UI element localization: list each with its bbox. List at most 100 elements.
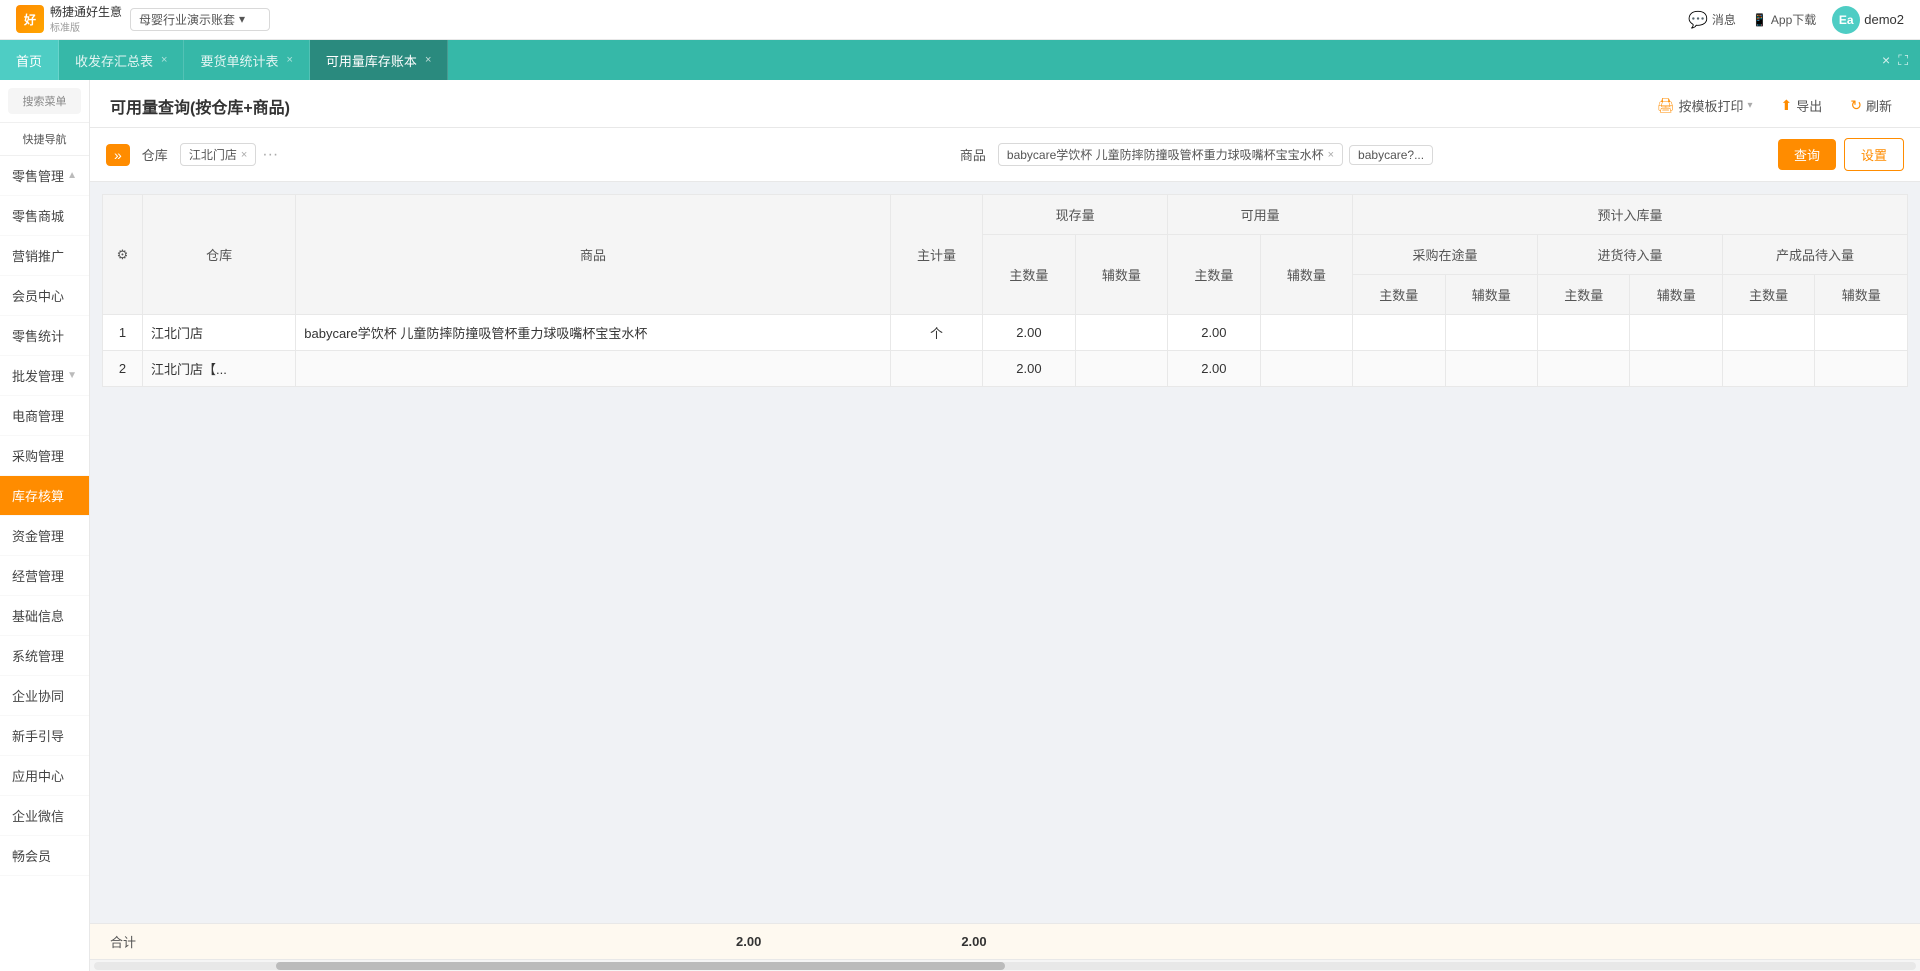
sidebar-item-vip[interactable]: 畅会员 xyxy=(0,836,89,876)
sidebar-item-system[interactable]: 系统管理 xyxy=(0,636,89,676)
th-avail-main: 主数量 xyxy=(1168,235,1260,315)
sidebar-item-operations[interactable]: 经营管理 xyxy=(0,556,89,596)
cell-purchase-main xyxy=(1353,315,1445,351)
scroll-track[interactable] xyxy=(94,962,1916,970)
th-product-group: 产成品待入量 xyxy=(1722,235,1907,275)
th-purchase-main: 主数量 xyxy=(1353,275,1445,315)
print-label: 按模板打印 xyxy=(1678,96,1743,115)
tab-available-stock-label: 可用量库存账本 xyxy=(326,51,417,70)
sidebar-item-label: 零售统计 xyxy=(12,326,64,345)
warehouse-tag[interactable]: 江北门店 × xyxy=(180,143,256,166)
main-layout: 搜索菜单 快捷导航 零售管理 ▲ 零售商城 营销推广 会员中心 零售统计 批发管… xyxy=(0,80,1920,971)
tab-stock-summary[interactable]: 收发存汇总表 × xyxy=(59,40,184,80)
sidebar-quick-nav[interactable]: 快捷导航 xyxy=(0,123,89,156)
product-tag-1[interactable]: babycare学饮杯 儿童防摔防撞吸管杯重力球吸嘴杯宝宝水杯 × xyxy=(998,143,1343,166)
sidebar-item-label: 应用中心 xyxy=(12,766,64,785)
message-action[interactable]: 💬 消息 xyxy=(1688,10,1736,30)
scroll-bar-area xyxy=(90,959,1920,971)
tab-stock-summary-close[interactable]: × xyxy=(161,54,167,66)
th-product: 商品 xyxy=(296,195,890,315)
tab-order-stats[interactable]: 要货单统计表 × xyxy=(184,40,309,80)
product-tag-1-close[interactable]: × xyxy=(1328,149,1334,161)
sidebar-item-label: 营销推广 xyxy=(12,246,64,265)
sidebar-item-wholesale[interactable]: 批发管理 ▼ xyxy=(0,356,89,396)
sidebar-item-purchase[interactable]: 采购管理 xyxy=(0,436,89,476)
cell-arrival-aux xyxy=(1630,315,1722,351)
query-button[interactable]: 查询 xyxy=(1778,139,1836,170)
product-tag-2[interactable]: babycare?... xyxy=(1349,145,1433,165)
chevron-icon: ▲ xyxy=(67,170,77,181)
search-menu-button[interactable]: 搜索菜单 xyxy=(8,88,81,114)
th-product-main: 主数量 xyxy=(1722,275,1814,315)
avatar: Ea xyxy=(1832,6,1860,34)
cell-product-main xyxy=(1722,351,1814,387)
cell-purchase-main xyxy=(1353,351,1445,387)
sidebar-item-enterprise[interactable]: 企业协同 xyxy=(0,676,89,716)
tab-home-label: 首页 xyxy=(16,51,42,70)
sidebar-item-basic-info[interactable]: 基础信息 xyxy=(0,596,89,636)
th-stock-group: 现存量 xyxy=(983,195,1168,235)
cell-index: 1 xyxy=(103,315,143,351)
cell-avail-aux xyxy=(1260,351,1352,387)
close-all-tabs-button[interactable]: × xyxy=(1882,52,1890,68)
table-row: 1 江北门店 babycare学饮杯 儿童防摔防撞吸管杯重力球吸嘴杯宝宝水杯 个… xyxy=(103,315,1908,351)
setting-button[interactable]: 设置 xyxy=(1844,138,1904,171)
print-icon: 🖨 xyxy=(1657,97,1675,114)
cell-stock-main: 2.00 xyxy=(983,351,1075,387)
cell-avail-main: 2.00 xyxy=(1168,351,1260,387)
sidebar-item-member-center[interactable]: 会员中心 xyxy=(0,276,89,316)
table-container: ⚙ 仓库 商品 主计量 现存量 可用量 预计入库量 主数量 辅数量 主数量 辅数… xyxy=(90,182,1920,923)
cell-unit xyxy=(890,351,982,387)
chevron-down-icon: ▾ xyxy=(1747,100,1752,111)
nav-tabs: 首页 收发存汇总表 × 要货单统计表 × 可用量库存账本 × × ⛶ xyxy=(0,40,1920,80)
page-header: 可用量查询(按仓库+商品) 🖨 按模板打印 ▾ ⬆ 导出 ↻ 刷新 xyxy=(90,80,1920,128)
th-product-aux: 辅数量 xyxy=(1815,275,1908,315)
user-area[interactable]: Ea demo2 xyxy=(1832,6,1904,34)
sidebar-item-label: 采购管理 xyxy=(12,446,64,465)
tab-available-stock[interactable]: 可用量库存账本 × xyxy=(310,40,448,80)
th-avail-aux: 辅数量 xyxy=(1260,235,1352,315)
cell-index: 2 xyxy=(103,351,143,387)
industry-select[interactable]: 母婴行业演示账套 ▾ xyxy=(130,8,270,31)
sidebar-item-retail-mall[interactable]: 零售商城 xyxy=(0,196,89,236)
tab-order-stats-close[interactable]: × xyxy=(286,54,292,66)
sidebar-item-finance[interactable]: 资金管理 xyxy=(0,516,89,556)
refresh-button[interactable]: ↻ 刷新 xyxy=(1842,92,1900,119)
sidebar-item-retail-stats[interactable]: 零售统计 xyxy=(0,316,89,356)
refresh-label: 刷新 xyxy=(1866,96,1892,115)
app-icon: 📱 xyxy=(1752,13,1767,27)
th-settings[interactable]: ⚙ xyxy=(103,195,143,315)
cell-purchase-aux xyxy=(1445,351,1537,387)
page-title: 可用量查询(按仓库+商品) xyxy=(110,94,290,118)
product-tags: babycare学饮杯 儿童防摔防撞吸管杯重力球吸嘴杯宝宝水杯 × babyca… xyxy=(998,143,1766,166)
warehouse-tag-close[interactable]: × xyxy=(241,149,247,161)
footer-label: 合计 xyxy=(110,932,136,951)
industry-select-label: 母婴行业演示账套 xyxy=(139,11,235,28)
data-table: ⚙ 仓库 商品 主计量 现存量 可用量 预计入库量 主数量 辅数量 主数量 辅数… xyxy=(102,194,1908,387)
sidebar-item-app-center[interactable]: 应用中心 xyxy=(0,756,89,796)
sidebar-item-newbie[interactable]: 新手引导 xyxy=(0,716,89,756)
sidebar-item-inventory[interactable]: 库存核算 xyxy=(0,476,89,516)
maximize-button[interactable]: ⛶ xyxy=(1898,52,1908,69)
scroll-thumb[interactable] xyxy=(276,962,1005,970)
sidebar-item-label: 库存核算 xyxy=(12,486,64,505)
sidebar-item-ecommerce[interactable]: 电商管理 xyxy=(0,396,89,436)
tab-available-stock-close[interactable]: × xyxy=(425,54,431,66)
cell-stock-main: 2.00 xyxy=(983,315,1075,351)
sidebar-item-label: 零售管理 xyxy=(12,166,64,185)
sidebar-item-wechat-work[interactable]: 企业微信 xyxy=(0,796,89,836)
th-avail-group: 可用量 xyxy=(1168,195,1353,235)
sidebar-item-marketing[interactable]: 营销推广 xyxy=(0,236,89,276)
tab-home[interactable]: 首页 xyxy=(0,40,59,80)
logo-sub: 标准版 xyxy=(50,19,122,34)
sidebar-item-retail-manage[interactable]: 零售管理 ▲ xyxy=(0,156,89,196)
filter-expand-button[interactable]: » xyxy=(106,144,130,166)
filter-more-icon[interactable]: ··· xyxy=(262,146,278,164)
export-button[interactable]: ⬆ 导出 xyxy=(1773,92,1831,119)
print-button[interactable]: 🖨 按模板打印 ▾ xyxy=(1649,92,1761,119)
sidebar-item-label: 电商管理 xyxy=(12,406,64,425)
export-icon: ⬆ xyxy=(1781,97,1793,114)
app-download-action[interactable]: 📱 App下载 xyxy=(1752,11,1816,28)
sidebar-item-label: 畅会员 xyxy=(12,846,51,865)
sidebar-item-label: 新手引导 xyxy=(12,726,64,745)
